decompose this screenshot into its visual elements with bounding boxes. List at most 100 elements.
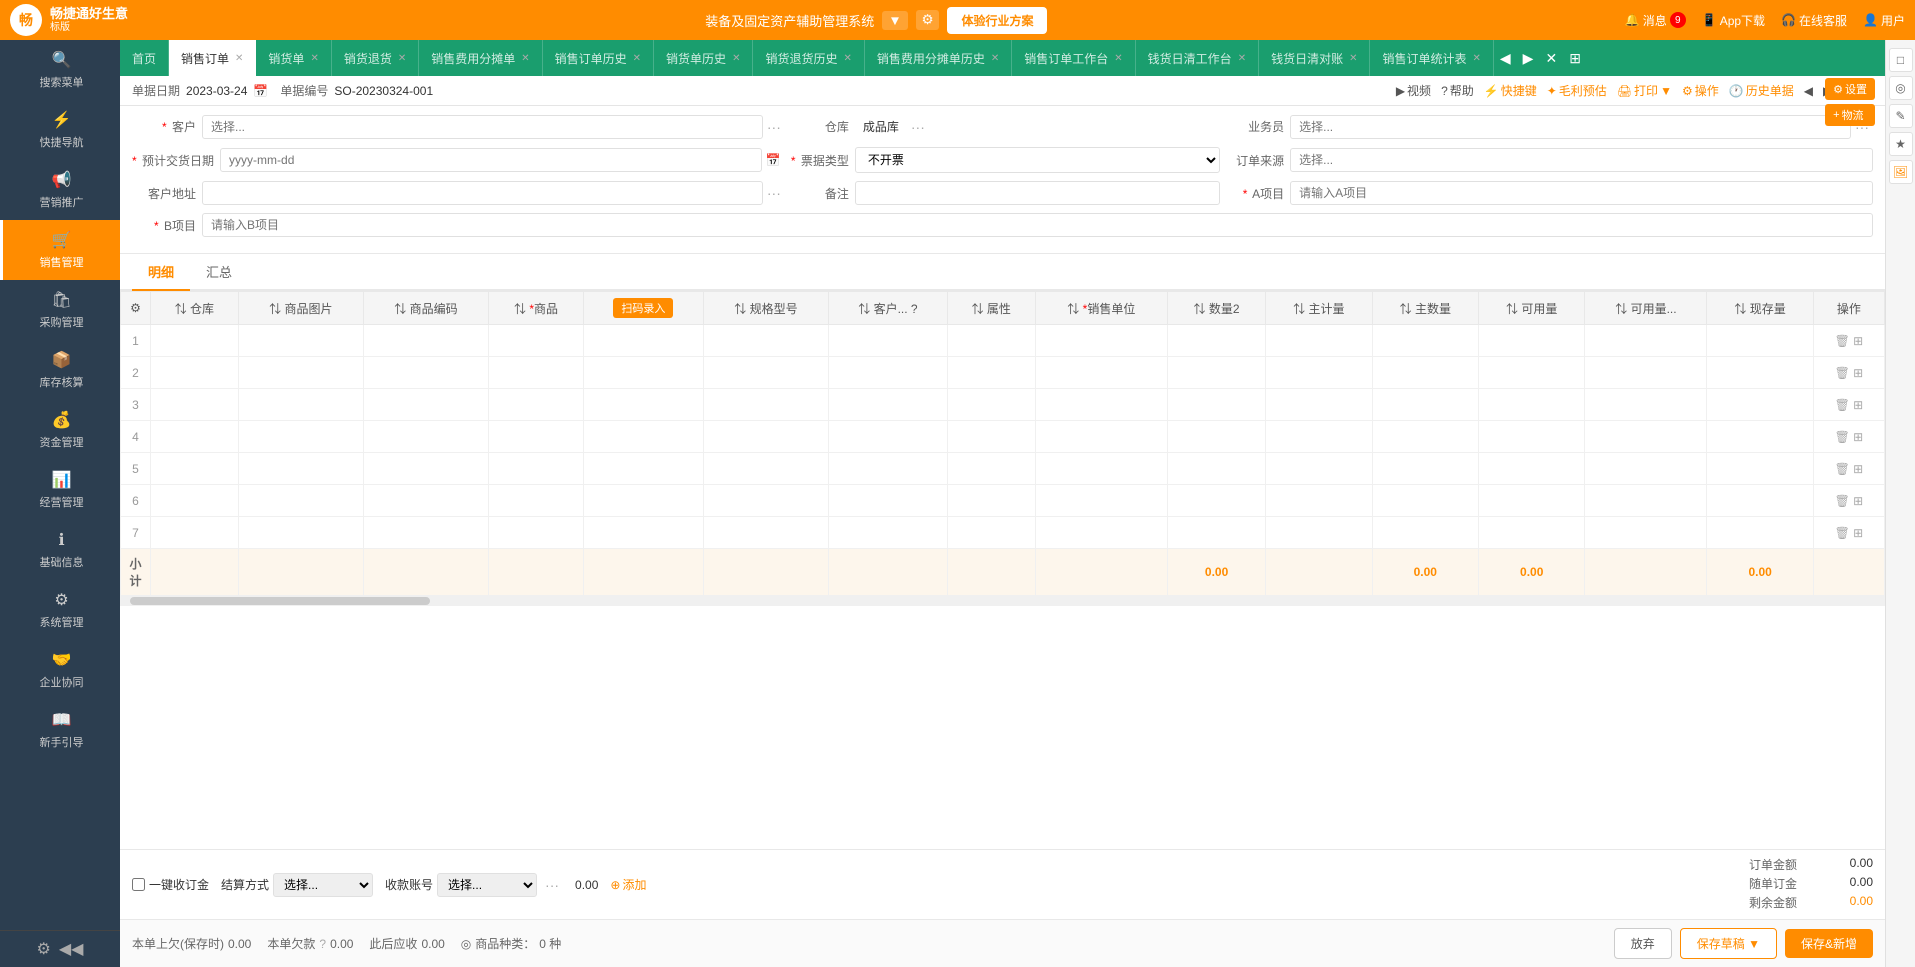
copy-btn-1[interactable]: ⊞ <box>1853 334 1863 348</box>
row-spec-4[interactable] <box>703 421 828 453</box>
row-image-5[interactable] <box>238 453 363 485</box>
row-customer-5[interactable] <box>828 453 947 485</box>
sidebar-item-operations[interactable]: 📊 经营管理 <box>0 460 120 520</box>
right-panel-btn-3[interactable]: ✎ <box>1889 104 1913 128</box>
copy-btn-4[interactable]: ⊞ <box>1853 430 1863 444</box>
row-available-4[interactable] <box>1478 421 1584 453</box>
delivery-date-input[interactable] <box>220 148 762 172</box>
th-qty2[interactable]: ⇅ 数量2 <box>1168 292 1266 325</box>
copy-btn-7[interactable]: ⊞ <box>1853 526 1863 540</box>
tab-close-sales-order[interactable]: ✕ <box>235 53 243 64</box>
row-spec-3[interactable] <box>703 389 828 421</box>
row-attr-6[interactable] <box>947 485 1035 517</box>
row-product-7[interactable] <box>488 517 583 549</box>
tab-order-workbench[interactable]: 销售订单工作台 ✕ <box>1012 40 1135 76</box>
add-receipt-btn[interactable]: ⊕ 添加 <box>610 876 646 893</box>
row-current-6[interactable] <box>1707 485 1813 517</box>
row-scan-6[interactable] <box>583 485 703 517</box>
row-main-qty-4[interactable] <box>1372 421 1478 453</box>
receipt-account-select[interactable]: 选择... <box>437 873 537 897</box>
row-warehouse-5[interactable] <box>151 453 239 485</box>
invoice-type-select[interactable]: 不开票 <box>855 147 1220 173</box>
row-image-7[interactable] <box>238 517 363 549</box>
tab-close-sales-slip[interactable]: ✕ <box>310 53 318 64</box>
tab-slip-history[interactable]: 销货单历史 ✕ <box>654 40 753 76</box>
salesperson-input[interactable] <box>1290 115 1851 139</box>
sidebar-collapse-btn[interactable]: ◀◀ <box>59 939 84 959</box>
row-code-2[interactable] <box>363 357 488 389</box>
online-service-btn[interactable]: 🎧 在线客服 <box>1781 12 1847 29</box>
delete-btn-7[interactable]: 🗑 <box>1835 526 1850 540</box>
row-unit-1[interactable] <box>1035 325 1167 357</box>
delete-btn-3[interactable]: 🗑 <box>1835 398 1850 412</box>
row-main-qty-7[interactable] <box>1372 517 1478 549</box>
tab-fee-history[interactable]: 销售费用分摊单历史 ✕ <box>865 40 1012 76</box>
row-customer-7[interactable] <box>828 517 947 549</box>
tab-close-order-history[interactable]: ✕ <box>633 53 641 64</box>
th-spec[interactable]: ⇅ 规格型号 <box>703 292 828 325</box>
row-code-5[interactable] <box>363 453 488 485</box>
row-product-6[interactable] <box>488 485 583 517</box>
row-scan-2[interactable] <box>583 357 703 389</box>
th-main-qty[interactable]: ⇅ 主数量 <box>1372 292 1478 325</box>
copy-btn-5[interactable]: ⊞ <box>1853 462 1863 476</box>
industry-btn[interactable]: 体验行业方案 <box>947 7 1047 34</box>
receipt-account-dots[interactable]: ··· <box>541 877 563 893</box>
tab-sales-order[interactable]: 销售订单 ✕ <box>169 40 256 76</box>
row-main-unit-2[interactable] <box>1266 357 1372 389</box>
tab-sales-fee[interactable]: 销售费用分摊单 ✕ <box>419 40 542 76</box>
scan-btn[interactable]: 扫码录入 <box>613 298 673 318</box>
settings-gear-btn[interactable]: ⚙ <box>916 10 940 30</box>
warehouse-dots-btn[interactable]: ··· <box>907 119 929 135</box>
row-qty2-1[interactable] <box>1168 325 1266 357</box>
row-product-4[interactable] <box>488 421 583 453</box>
row-warehouse-7[interactable] <box>151 517 239 549</box>
th-warehouse[interactable]: ⇅ 仓库 <box>151 292 239 325</box>
row-available2-2[interactable] <box>1585 357 1707 389</box>
row-attr-5[interactable] <box>947 453 1035 485</box>
row-image-1[interactable] <box>238 325 363 357</box>
customer-dots-btn[interactable]: ··· <box>763 119 785 135</box>
row-qty2-5[interactable] <box>1168 453 1266 485</box>
row-attr-3[interactable] <box>947 389 1035 421</box>
settlement-select[interactable]: 选择... <box>273 873 373 897</box>
th-product[interactable]: ⇅ *商品 <box>488 292 583 325</box>
app-download-btn[interactable]: 📱 App下载 <box>1702 12 1765 29</box>
save-new-btn[interactable]: 保存&新增 <box>1785 929 1873 958</box>
th-main-unit[interactable]: ⇅ 主计量 <box>1266 292 1372 325</box>
row-qty2-4[interactable] <box>1168 421 1266 453</box>
row-warehouse-4[interactable] <box>151 421 239 453</box>
profit-btn[interactable]: ✦ 毛利预估 <box>1547 82 1607 99</box>
row-qty2-6[interactable] <box>1168 485 1266 517</box>
right-panel-btn-2[interactable]: ◎ <box>1889 76 1913 100</box>
row-customer-1[interactable] <box>828 325 947 357</box>
row-scan-1[interactable] <box>583 325 703 357</box>
tab-order-history[interactable]: 销售订单历史 ✕ <box>543 40 654 76</box>
tab-close-all-btn[interactable]: ✕ <box>1539 50 1563 67</box>
row-unit-5[interactable] <box>1035 453 1167 485</box>
tab-home[interactable]: 首页 <box>120 40 169 76</box>
row-available2-1[interactable] <box>1585 325 1707 357</box>
delete-btn-4[interactable]: 🗑 <box>1835 430 1850 444</box>
copy-btn-3[interactable]: ⊞ <box>1853 398 1863 412</box>
row-available-2[interactable] <box>1478 357 1584 389</box>
help-btn[interactable]: ? 帮助 <box>1441 82 1474 99</box>
delete-btn-5[interactable]: 🗑 <box>1835 462 1850 476</box>
tab-close-sales-fee[interactable]: ✕ <box>521 53 529 64</box>
current-debt-help-icon[interactable]: ? <box>319 937 326 951</box>
copy-btn-2[interactable]: ⊞ <box>1853 366 1863 380</box>
tab-summary[interactable]: 汇总 <box>190 254 248 291</box>
tab-close-fee-history[interactable]: ✕ <box>991 53 999 64</box>
a-project-input[interactable] <box>1290 181 1873 205</box>
row-unit-4[interactable] <box>1035 421 1167 453</box>
sidebar-item-collab[interactable]: 🤝 企业协同 <box>0 640 120 700</box>
row-image-4[interactable] <box>238 421 363 453</box>
row-main-unit-7[interactable] <box>1266 517 1372 549</box>
th-settings[interactable]: ⚙ <box>121 292 151 325</box>
scroll-thumb[interactable] <box>130 597 430 605</box>
tab-close-sales-return[interactable]: ✕ <box>398 53 406 64</box>
row-current-1[interactable] <box>1707 325 1813 357</box>
sidebar-item-marketing[interactable]: 📢 营销推广 <box>0 160 120 220</box>
save-draft-btn[interactable]: 保存草稿 ▼ <box>1680 928 1777 959</box>
sidebar-item-guide[interactable]: 📖 新手引导 <box>0 700 120 760</box>
